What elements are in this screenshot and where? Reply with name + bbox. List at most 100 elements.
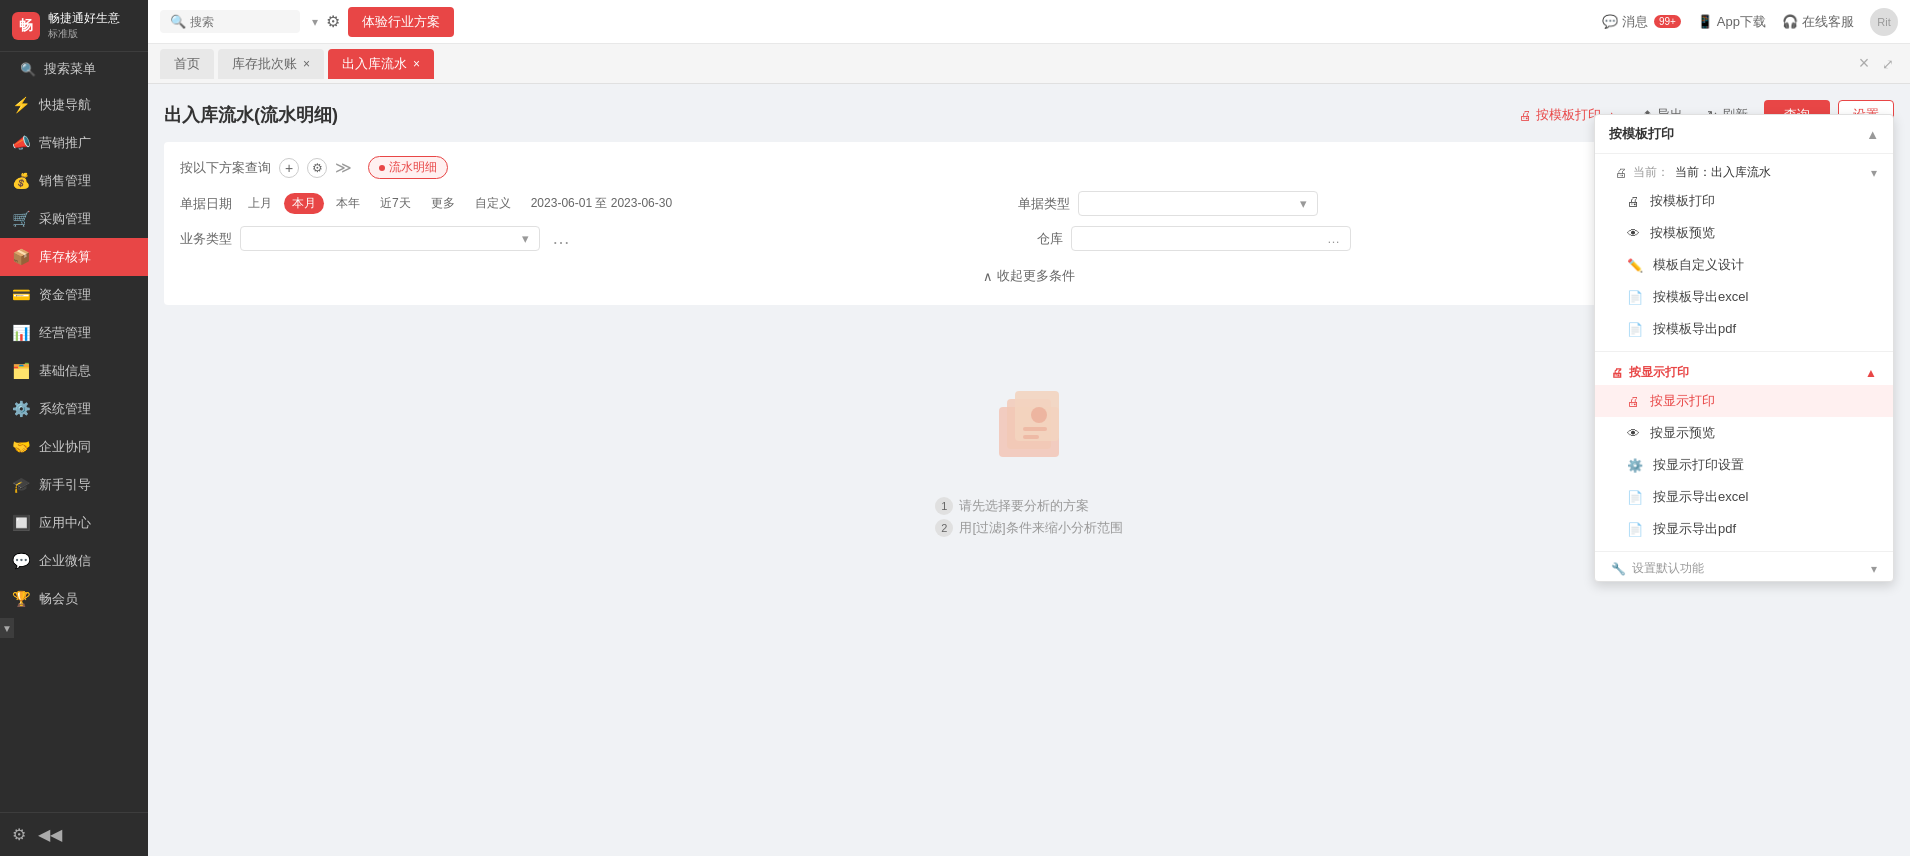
filter-add-btn[interactable]: + (279, 158, 299, 178)
date-range: 2023-06-01 至 2023-06-30 (531, 195, 672, 212)
tab-inventory-flow[interactable]: 出入库流水 × (328, 49, 434, 79)
date-btn-this-year[interactable]: 本年 (328, 193, 368, 214)
date-btn-this-month[interactable]: 本月 (284, 193, 324, 214)
date-field-label: 单据日期 (180, 195, 232, 213)
print-dropdown-panel: 按模板打印 ▲ 🖨 当前： 当前：出入库流水 ▾ 🖨 按模板打印 (1594, 114, 1894, 582)
message-item[interactable]: 💬 消息 99+ (1602, 13, 1681, 31)
search-menu[interactable]: 🔍 搜索菜单 (0, 52, 148, 86)
customer-service-item[interactable]: 🎧 在线客服 (1782, 13, 1854, 31)
doc-type-select[interactable]: ▾ (1078, 191, 1318, 216)
enterprise-icon: 🤝 (12, 438, 31, 456)
display-section-header[interactable]: 🖨 按显示打印 ▲ (1595, 358, 1893, 385)
sidebar-item-sales[interactable]: 💰 销售管理 (0, 162, 148, 200)
sidebar-item-label: 企业微信 (39, 552, 91, 570)
sidebar-item-system[interactable]: ⚙️ 系统管理 (0, 390, 148, 428)
app-download-item[interactable]: 📱 App下载 (1697, 13, 1766, 31)
biz-type-label: 业务类型 (180, 230, 232, 248)
template-custom-label: 模板自定义设计 (1653, 256, 1744, 274)
doc-type-chevron-icon: ▾ (1300, 196, 1307, 211)
sidebar-item-wechat[interactable]: 💬 企业微信 (0, 542, 148, 580)
topbar-gear-icon[interactable]: ⚙ (326, 12, 340, 31)
display-print-icon: 🖨 (1627, 394, 1640, 409)
template-export-pdf-item[interactable]: 📄 按模板导出pdf (1595, 313, 1893, 345)
settings-gear-icon[interactable]: ⚙ (12, 825, 26, 844)
page-title-bar: 出入库流水(流水明细) 🖨 按模板打印 ▲ ⬆ 导出 ↻ 刷新 (164, 100, 1894, 130)
display-export-pdf-item[interactable]: 📄 按显示导出pdf (1595, 513, 1893, 545)
display-export-excel-item[interactable]: 📄 按显示导出excel (1595, 481, 1893, 513)
filter-collapse-icon[interactable]: ≫ (335, 158, 352, 177)
biz-type-select[interactable]: ▾ (240, 226, 540, 251)
tab-close-icon[interactable]: × (413, 57, 420, 71)
maximize-window-icon[interactable]: ⤢ (1878, 54, 1898, 74)
close-window-icon[interactable]: × (1854, 54, 1874, 74)
sidebar-item-guide[interactable]: 🎓 新手引导 (0, 466, 148, 504)
biz-type-more-icon[interactable]: … (552, 228, 570, 249)
template-export-excel-item[interactable]: 📄 按模板导出excel (1595, 281, 1893, 313)
sidebar-item-label: 系统管理 (39, 400, 91, 418)
date-btn-more[interactable]: 更多 (423, 193, 463, 214)
sidebar-item-purchase[interactable]: 🛒 采购管理 (0, 200, 148, 238)
tab-close-icon[interactable]: × (303, 57, 310, 71)
app-download-label: App下载 (1717, 13, 1766, 31)
template-print-icon: 🖨 (1627, 194, 1640, 209)
filter-gear-btn[interactable]: ⚙ (307, 158, 327, 178)
sidebar: 畅 畅捷通好生意 标准版 🔍 搜索菜单 ⚡ 快捷导航 📣 营销推广 💰 销售管理… (0, 0, 148, 856)
dropdown-chevron-icon[interactable]: ▲ (1866, 127, 1879, 142)
template-print-label: 按模板打印 (1650, 192, 1715, 210)
display-print-section-icon: 🖨 (1611, 366, 1623, 380)
warehouse-select[interactable]: … (1071, 226, 1351, 251)
topbar-search-box[interactable]: 🔍 (160, 10, 300, 33)
user-avatar[interactable]: Rit (1870, 8, 1898, 36)
dropdown-divider2 (1595, 551, 1893, 552)
page-title: 出入库流水(流水明细) (164, 103, 338, 127)
sidebar-item-marketing[interactable]: 📣 营销推广 (0, 124, 148, 162)
customer-service-label: 在线客服 (1802, 13, 1854, 31)
empty-tips: 1 请先选择要分析的方案 2 用[过滤]条件来缩小分析范围 (935, 493, 1122, 541)
purchase-icon: 🛒 (12, 210, 31, 228)
set-default-chevron-icon: ▾ (1871, 562, 1877, 576)
sidebar-item-label: 销售管理 (39, 172, 91, 190)
biz-type-field: 业务类型 ▾ … (180, 226, 1021, 251)
topbar-chevron-icon[interactable]: ▾ (312, 15, 318, 29)
sub-filter-tag[interactable]: 流水明细 (368, 156, 448, 179)
sidebar-item-finance[interactable]: 💳 资金管理 (0, 276, 148, 314)
warehouse-more-icon: … (1327, 231, 1340, 246)
industry-btn[interactable]: 体验行业方案 (348, 7, 454, 37)
tab-home[interactable]: 首页 (160, 49, 214, 79)
date-buttons: 上月 本月 本年 近7天 更多 自定义 (240, 193, 519, 214)
collapse-sidebar-icon[interactable]: ◀◀ (38, 825, 62, 844)
set-default-section[interactable]: 🔧 设置默认功能 ▾ (1595, 554, 1893, 581)
sidebar-item-inventory[interactable]: 📦 库存核算 (0, 238, 148, 276)
doc-type-label: 单据类型 (1018, 195, 1070, 213)
current-label: 当前： (1633, 164, 1669, 181)
sidebar-item-label: 营销推广 (39, 134, 91, 152)
template-custom-icon: ✏️ (1627, 258, 1643, 273)
sidebar-item-basic[interactable]: 🗂️ 基础信息 (0, 352, 148, 390)
tab-batch-account[interactable]: 库存批次账 × (218, 49, 324, 79)
date-btn-custom[interactable]: 自定义 (467, 193, 519, 214)
sidebar-item-label: 经营管理 (39, 324, 91, 342)
sidebar-item-appstore[interactable]: 🔲 应用中心 (0, 504, 148, 542)
display-settings-icon: ⚙️ (1627, 458, 1643, 473)
template-preview-item[interactable]: 👁 按模板预览 (1595, 217, 1893, 249)
display-print-item[interactable]: 🖨 按显示打印 (1595, 385, 1893, 417)
template-print-item[interactable]: 🖨 按模板打印 (1595, 185, 1893, 217)
sidebar-item-label: 基础信息 (39, 362, 91, 380)
topbar-search-input[interactable] (190, 15, 290, 29)
sidebar-item-enterprise[interactable]: 🤝 企业协同 (0, 428, 148, 466)
template-custom-item[interactable]: ✏️ 模板自定义设计 (1595, 249, 1893, 281)
display-preview-item[interactable]: 👁 按显示预览 (1595, 417, 1893, 449)
sidebar-item-member[interactable]: 🏆 畅会员 (0, 580, 148, 618)
sidebar-item-quick-nav[interactable]: ⚡ 快捷导航 (0, 86, 148, 124)
search-icon: 🔍 (20, 62, 36, 77)
sidebar-scroll-down[interactable]: ▼ (0, 618, 14, 638)
date-btn-last-month[interactable]: 上月 (240, 193, 280, 214)
display-print-settings-item[interactable]: ⚙️ 按显示打印设置 (1595, 449, 1893, 481)
template-preview-icon: 👁 (1627, 226, 1640, 241)
template-pdf-label: 按模板导出pdf (1653, 320, 1736, 338)
logo-text: 畅捷通好生意 标准版 (48, 10, 120, 41)
message-badge: 99+ (1654, 15, 1681, 28)
sidebar-item-operations[interactable]: 📊 经营管理 (0, 314, 148, 352)
title-right: 🖨 按模板打印 ▲ ⬆ 导出 ↻ 刷新 按模板打印 ▲ (1511, 100, 1894, 130)
date-btn-7days[interactable]: 近7天 (372, 193, 419, 214)
